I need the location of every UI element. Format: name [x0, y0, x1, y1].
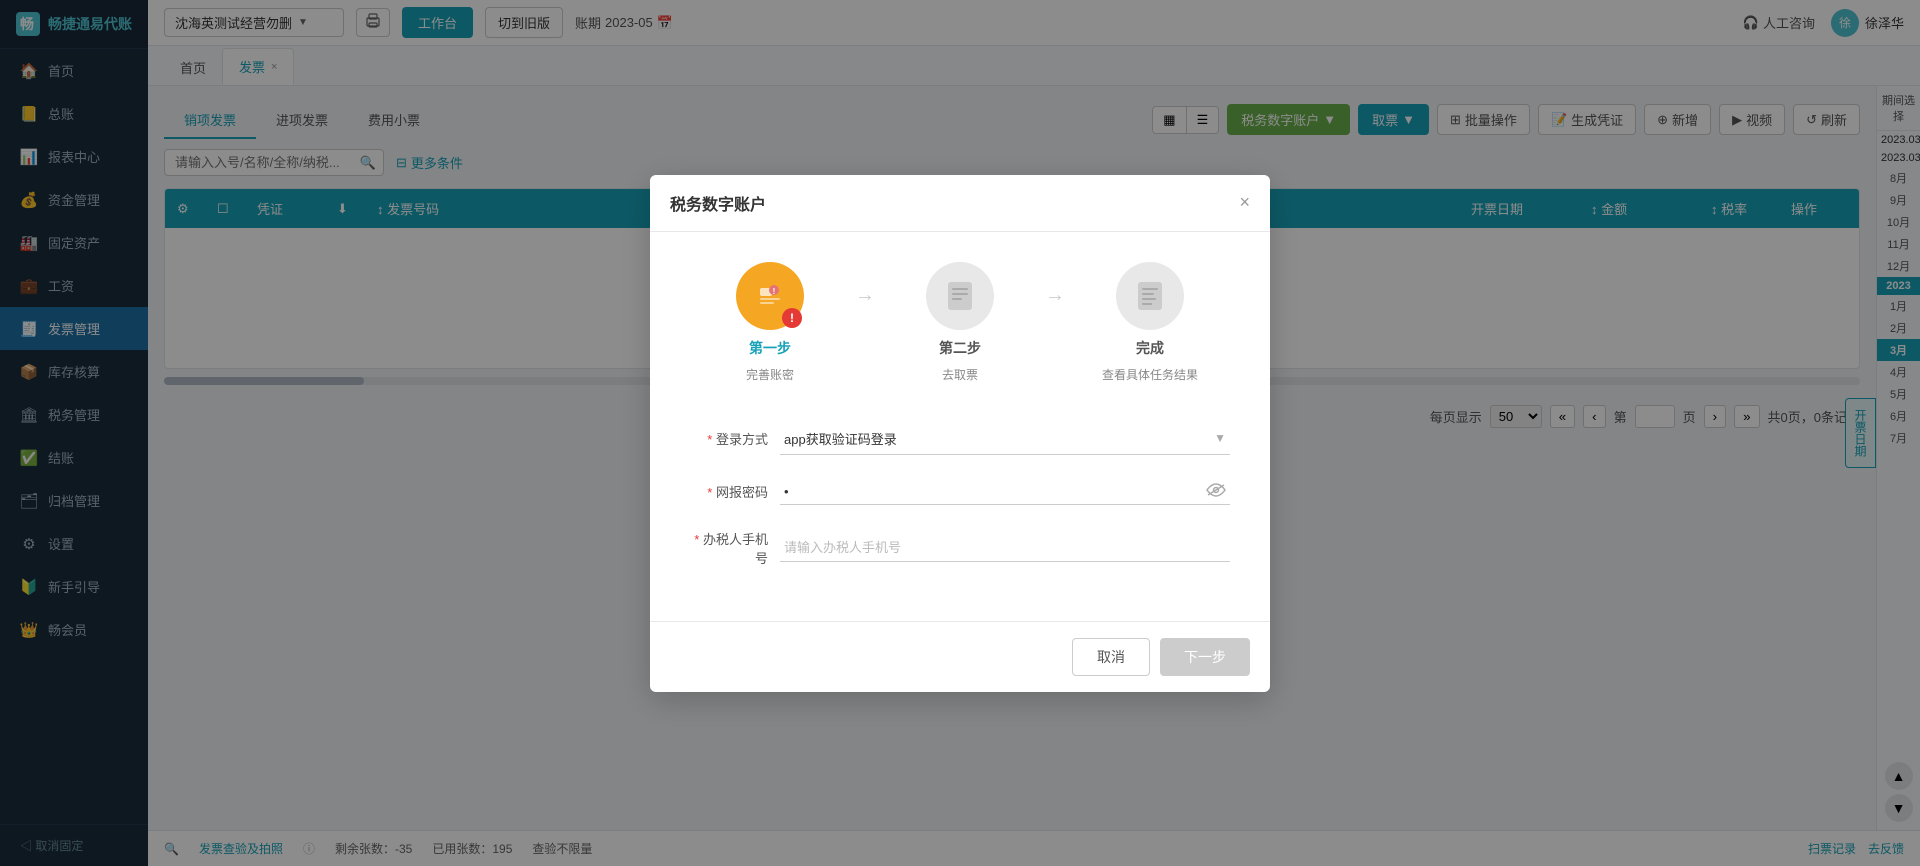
phone-input[interactable] [780, 534, 1230, 562]
step-1: ! ! 第一步 完善账密 [690, 262, 850, 383]
step-1-badge: ! [782, 308, 802, 328]
password-input[interactable] [784, 484, 1206, 499]
step-arrow-2: → [1040, 284, 1070, 307]
modal-footer: 取消 下一步 [650, 621, 1270, 692]
step-2-icon-wrapper [926, 262, 994, 330]
step-3-icon-wrapper [1116, 262, 1184, 330]
login-method-value: app获取验证码登录 [784, 429, 1214, 448]
svg-text:!: ! [773, 287, 776, 296]
step-3: 完成 查看具体任务结果 [1070, 262, 1230, 383]
password-label: * 网报密码 [690, 482, 780, 501]
step-2: 第二步 去取票 [880, 262, 1040, 383]
phone-row: * 办税人手机号 [690, 529, 1230, 567]
login-method-field: app获取验证码登录 ▼ [780, 423, 1230, 455]
password-row: * 网报密码 [690, 479, 1230, 505]
phone-field [780, 534, 1230, 562]
next-button[interactable]: 下一步 [1160, 638, 1250, 676]
step-2-desc: 去取票 [942, 366, 978, 383]
password-field [780, 479, 1230, 505]
modal-title: 税务数字账户 [670, 191, 766, 215]
step-1-label: 第一步 [749, 338, 791, 358]
cancel-button[interactable]: 取消 [1072, 638, 1150, 676]
step-1-icon: ! [752, 278, 788, 314]
login-method-arrow-icon: ▼ [1214, 431, 1226, 445]
tax-account-modal: 税务数字账户 × ! ! [650, 175, 1270, 692]
phone-label: * 办税人手机号 [690, 529, 780, 567]
step-3-icon [1132, 278, 1168, 314]
password-eye-icon[interactable] [1206, 483, 1226, 500]
login-method-select[interactable]: app获取验证码登录 ▼ [780, 423, 1230, 455]
login-method-label: * 登录方式 [690, 429, 780, 448]
modal-steps: ! ! 第一步 完善账密 → [690, 262, 1230, 383]
login-method-row: * 登录方式 app获取验证码登录 ▼ [690, 423, 1230, 455]
step-1-desc: 完善账密 [746, 366, 794, 383]
step-3-label: 完成 [1136, 338, 1164, 358]
step-3-desc: 查看具体任务结果 [1102, 366, 1198, 383]
step-2-icon [942, 278, 978, 314]
step-1-icon-wrapper: ! ! [736, 262, 804, 330]
modal-overlay: 税务数字账户 × ! ! [0, 0, 1920, 866]
modal-close-btn[interactable]: × [1239, 192, 1250, 213]
password-input-wrapper [780, 479, 1230, 505]
step-2-label: 第二步 [939, 338, 981, 358]
modal-header: 税务数字账户 × [650, 175, 1270, 232]
modal-body: ! ! 第一步 完善账密 → [650, 232, 1270, 621]
step-arrow-1: → [850, 284, 880, 307]
